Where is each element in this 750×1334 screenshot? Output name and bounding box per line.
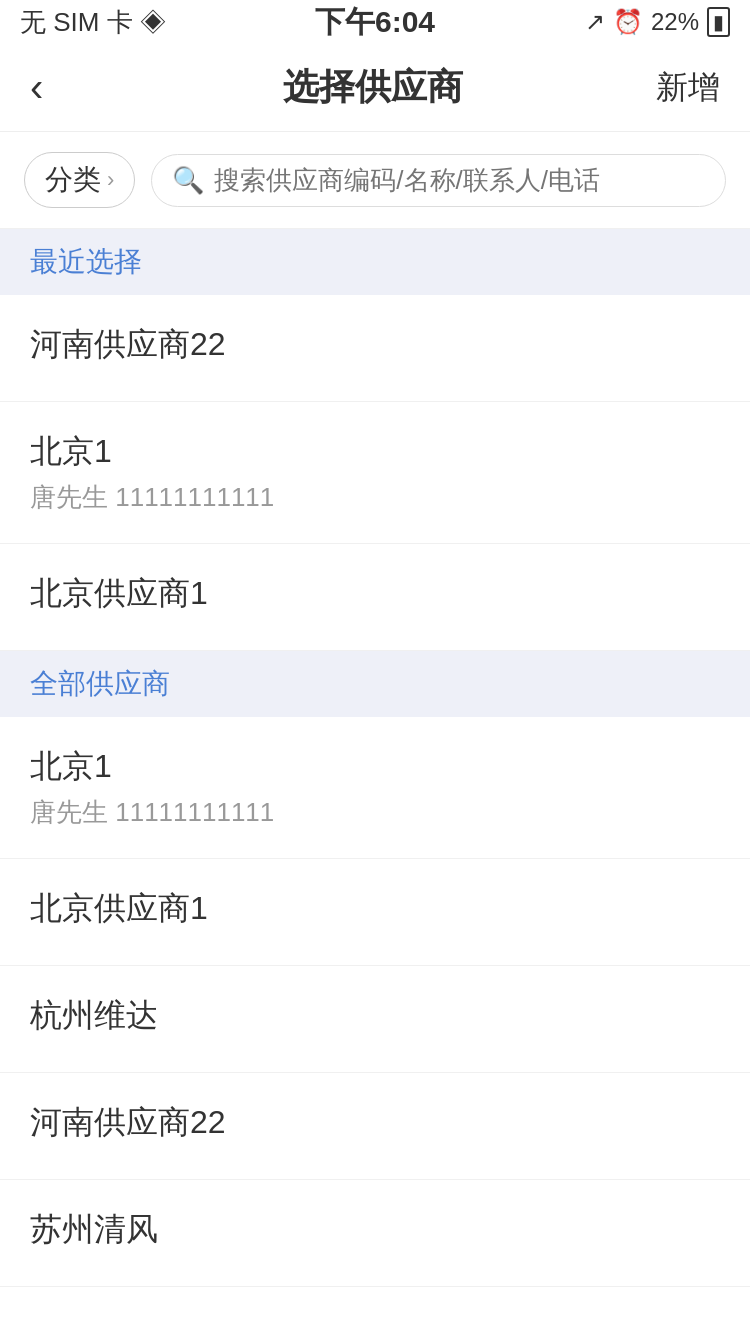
nav-bar: ‹ 选择供应商 新增 [0,44,750,132]
status-bar: 无 SIM 卡 ◈ 下午6:04 ↗ ⏰ 22% ▮ [0,0,750,44]
list-item[interactable]: 河南供应商22 [0,1073,750,1180]
filter-bar: 分类 › 🔍 [0,132,750,229]
search-input[interactable] [214,165,705,196]
search-icon: 🔍 [172,165,204,196]
recent-section-header: 最近选择 [0,229,750,295]
battery-icon: ▮ [707,7,730,37]
chevron-right-icon: › [107,167,114,193]
category-filter[interactable]: 分类 › [24,152,135,208]
item-name: 苏州清风 [30,1208,720,1252]
search-box[interactable]: 🔍 [151,154,726,207]
list-item[interactable]: 北京1 唐先生 11111111111 [0,717,750,859]
item-name: 杭州维达 [30,994,720,1038]
battery-percent: 22% [651,8,699,36]
status-right: ↗ ⏰ 22% ▮ [585,7,730,37]
status-left: 无 SIM 卡 ◈ [20,5,166,40]
all-section-header: 全部供应商 [0,651,750,717]
list-item[interactable]: 杭州维达 [0,966,750,1073]
sim-status: 无 SIM 卡 ◈ [20,5,166,40]
item-name: 北京1 [30,430,720,474]
status-time: 下午6:04 [315,2,435,43]
item-sub: 唐先生 11111111111 [30,795,720,830]
alarm-icon: ⏰ [613,8,643,36]
list-item[interactable]: 北京供应商1 [0,544,750,651]
all-list: 北京1 唐先生 11111111111 北京供应商1 杭州维达河南供应商22 苏州清风 [0,717,750,1287]
page-title: 选择供应商 [283,63,463,112]
item-sub: 唐先生 11111111111 [30,480,720,515]
item-name: 北京供应商1 [30,572,720,616]
list-item[interactable]: 北京供应商1 [0,859,750,966]
list-item[interactable]: 北京1 唐先生 11111111111 [0,402,750,544]
recent-section-label: 最近选择 [30,246,142,277]
item-name: 北京供应商1 [30,887,720,931]
recent-list: 河南供应商22 北京1 唐先生 11111111111 北京供应商1 [0,295,750,651]
item-name: 北京1 [30,745,720,789]
list-item[interactable]: 河南供应商22 [0,295,750,402]
location-icon: ↗ [585,8,605,36]
list-item[interactable]: 苏州清风 [0,1180,750,1287]
add-button[interactable]: 新增 [656,66,720,110]
all-section-label: 全部供应商 [30,668,170,699]
item-name: 河南供应商22 [30,323,720,367]
category-label: 分类 [45,161,101,199]
back-button[interactable]: ‹ [30,65,90,110]
item-name: 河南供应商22 [30,1101,720,1145]
